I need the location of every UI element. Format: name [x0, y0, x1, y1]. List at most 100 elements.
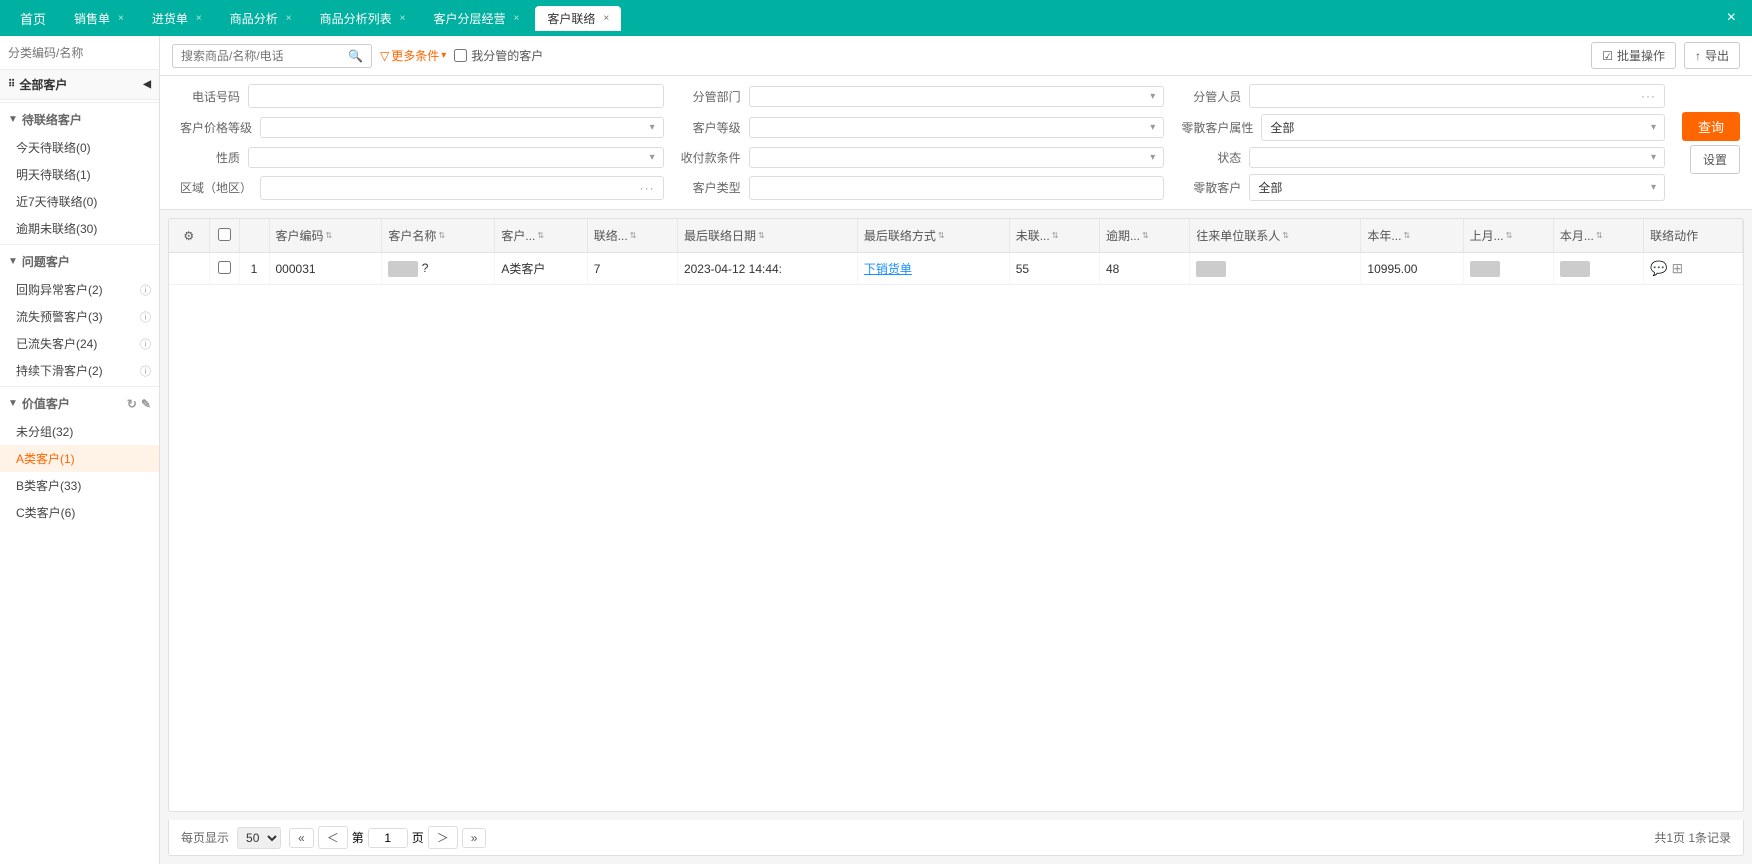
top-navigation: 首页 销售单 × 进货单 × 商品分析 × 商品分析列表 × 客户分层经营 × …	[0, 0, 1752, 36]
filter-row-2: 客户价格等级 ▾ 客户等级 ▾	[172, 114, 1674, 141]
td-uncontact: 55	[1009, 253, 1099, 285]
table-row: 1 000031 ? A类客户 7 2023-04-12 14:44: 下销货单	[169, 253, 1743, 285]
status-select[interactable]: ▾	[1249, 147, 1665, 168]
sort-icon12: ⇅	[1596, 231, 1603, 240]
divider	[0, 102, 159, 103]
nav-customer-segment[interactable]: 客户分层经营 ×	[421, 6, 531, 31]
row-checkbox[interactable]	[218, 261, 231, 274]
sidebar-item-churned[interactable]: 已流失客户(24) ⓘ	[0, 330, 159, 357]
nav-home[interactable]: 首页	[8, 5, 58, 32]
th-last-month[interactable]: 上月... ⇅	[1463, 219, 1553, 253]
page-number-input[interactable]	[368, 828, 408, 848]
payment-select[interactable]: ▾	[749, 147, 1165, 168]
customer-type-input[interactable]	[749, 176, 1165, 200]
my-customers-check[interactable]	[454, 49, 467, 62]
dots-icon2: ···	[640, 181, 655, 195]
th-uncontact[interactable]: 未联... ⇅	[1009, 219, 1099, 253]
region-select[interactable]: ···	[260, 176, 664, 200]
retail-select[interactable]: 全部 ▾	[1249, 174, 1665, 201]
prev-page-btn[interactable]: ＜	[318, 826, 348, 849]
close-product-analysis-tab[interactable]: ×	[286, 13, 292, 24]
sidebar-item-class-c[interactable]: C类客户(6)	[0, 499, 159, 526]
nav-product-analysis-list[interactable]: 商品分析列表 ×	[308, 6, 418, 31]
arrow-icon3: ▼	[8, 398, 18, 409]
more-conditions-btn[interactable]: ▽ 更多条件 ▾	[380, 47, 446, 64]
td-this-month	[1553, 253, 1643, 285]
th-this-month[interactable]: 本月... ⇅	[1553, 219, 1643, 253]
info-icon4: ⓘ	[140, 363, 151, 379]
last-page-btn[interactable]: »	[462, 828, 487, 848]
chat-icon[interactable]: 💬	[1650, 260, 1667, 277]
th-last-date[interactable]: 最后联络日期 ⇅	[677, 219, 857, 253]
my-customers-checkbox[interactable]: 我分管的客户	[454, 47, 543, 64]
nav-purchase[interactable]: 进货单 ×	[140, 6, 214, 31]
filter-row-4: 区域（地区） ··· 客户类型 零散客户	[172, 174, 1674, 201]
page-size-select[interactable]: 50	[237, 827, 281, 849]
filter-row-1: 电话号码 分管部门 ▾ 分管人员	[172, 84, 1674, 108]
sidebar-item-churn-warning[interactable]: 流失预警客户(3) ⓘ	[0, 303, 159, 330]
close-purchase-tab[interactable]: ×	[196, 13, 202, 24]
th-overdue[interactable]: 逾期... ⇅	[1099, 219, 1189, 253]
problem-customer-group[interactable]: ▼ 问题客户	[0, 247, 159, 276]
td-name: ?	[382, 253, 495, 285]
th-contact-count[interactable]: 联络... ⇅	[587, 219, 677, 253]
close-sales-tab[interactable]: ×	[118, 13, 124, 24]
batch-op-button[interactable]: ☑ 批量操作	[1591, 42, 1676, 69]
close-customer-contact-tab[interactable]: ×	[603, 13, 609, 24]
pending-contact-group[interactable]: ▼ 待联络客户	[0, 105, 159, 134]
nav-product-analysis[interactable]: 商品分析 ×	[218, 6, 304, 31]
value-customer-group[interactable]: ▼ 价值客户 ↻ ✎	[0, 389, 159, 418]
next-page-btn[interactable]: ＞	[428, 826, 458, 849]
dept-select[interactable]: ▾	[749, 86, 1165, 107]
settings-button[interactable]: 设置	[1690, 145, 1740, 174]
th-code[interactable]: 客户编码 ⇅	[269, 219, 382, 253]
action-icons: 💬 ⊞	[1650, 260, 1736, 277]
nav-customer-contact[interactable]: 客户联络 ×	[535, 6, 621, 31]
th-checkbox	[209, 219, 239, 253]
edit-icon[interactable]: ✎	[141, 397, 151, 411]
th-contact2[interactable]: 往来单位联系人 ⇅	[1190, 219, 1361, 253]
search-input[interactable]	[181, 49, 344, 63]
qr-icon[interactable]: ⊞	[1672, 260, 1684, 277]
sort-icon4: ⇅	[630, 231, 637, 240]
nature-select[interactable]: ▾	[248, 147, 664, 168]
th-name[interactable]: 客户名称 ⇅	[382, 219, 495, 253]
th-gear[interactable]: ⚙	[169, 219, 209, 253]
sidebar-all-customers[interactable]: ⠿ 全部客户 ◀	[0, 70, 159, 100]
filter-manager: 分管人员 ···	[1173, 84, 1674, 108]
first-page-btn[interactable]: «	[289, 828, 314, 848]
refresh-icon[interactable]: ↻	[127, 397, 137, 411]
sidebar-item-7days[interactable]: 近7天待联络(0)	[0, 188, 159, 215]
th-category[interactable]: 客户... ⇅	[495, 219, 587, 253]
sidebar-item-today[interactable]: 今天待联络(0)	[0, 134, 159, 161]
th-year-amt[interactable]: 本年... ⇅	[1361, 219, 1463, 253]
customer-level-select[interactable]: ▾	[749, 117, 1165, 138]
sidebar-item-tomorrow[interactable]: 明天待联络(1)	[0, 161, 159, 188]
close-customer-segment-tab[interactable]: ×	[513, 13, 519, 24]
td-last-method[interactable]: 下销货单	[857, 253, 1009, 285]
sort-icon6: ⇅	[938, 231, 945, 240]
sidebar-item-class-b[interactable]: B类客户(33)	[0, 472, 159, 499]
manager-select[interactable]: ···	[1249, 84, 1665, 108]
query-button[interactable]: 查询	[1682, 112, 1740, 141]
price-level-select[interactable]: ▾	[260, 117, 664, 138]
export-button[interactable]: ↑ 导出	[1684, 42, 1740, 69]
sidebar-item-unclassified[interactable]: 未分组(32)	[0, 418, 159, 445]
sidebar-item-class-a[interactable]: A类客户(1)	[0, 445, 159, 472]
filter-payment: 收付款条件 ▾	[673, 147, 1174, 168]
retail-attr-select[interactable]: 全部 ▾	[1261, 114, 1665, 141]
info-icon3: ⓘ	[140, 336, 151, 352]
sidebar-item-declining[interactable]: 持续下滑客户(2) ⓘ	[0, 357, 159, 384]
phone-input[interactable]	[248, 84, 664, 108]
filter-actions: ☑ 批量操作 ↑ 导出	[1591, 42, 1740, 69]
close-all-tabs[interactable]: ×	[1719, 5, 1744, 31]
nav-sales[interactable]: 销售单 ×	[62, 6, 136, 31]
th-last-method[interactable]: 最后联络方式 ⇅	[857, 219, 1009, 253]
sidebar-item-repurchase-abnormal[interactable]: 回购异常客户(2) ⓘ	[0, 276, 159, 303]
select-all-checkbox[interactable]	[218, 228, 231, 241]
filter-row-3: 性质 ▾ 收付款条件 ▾	[172, 147, 1674, 168]
sidebar-search-input[interactable]	[8, 46, 160, 60]
td-last-date: 2023-04-12 14:44:	[677, 253, 857, 285]
sidebar-item-overdue[interactable]: 逾期未联络(30)	[0, 215, 159, 242]
close-product-analysis-list-tab[interactable]: ×	[400, 13, 406, 24]
